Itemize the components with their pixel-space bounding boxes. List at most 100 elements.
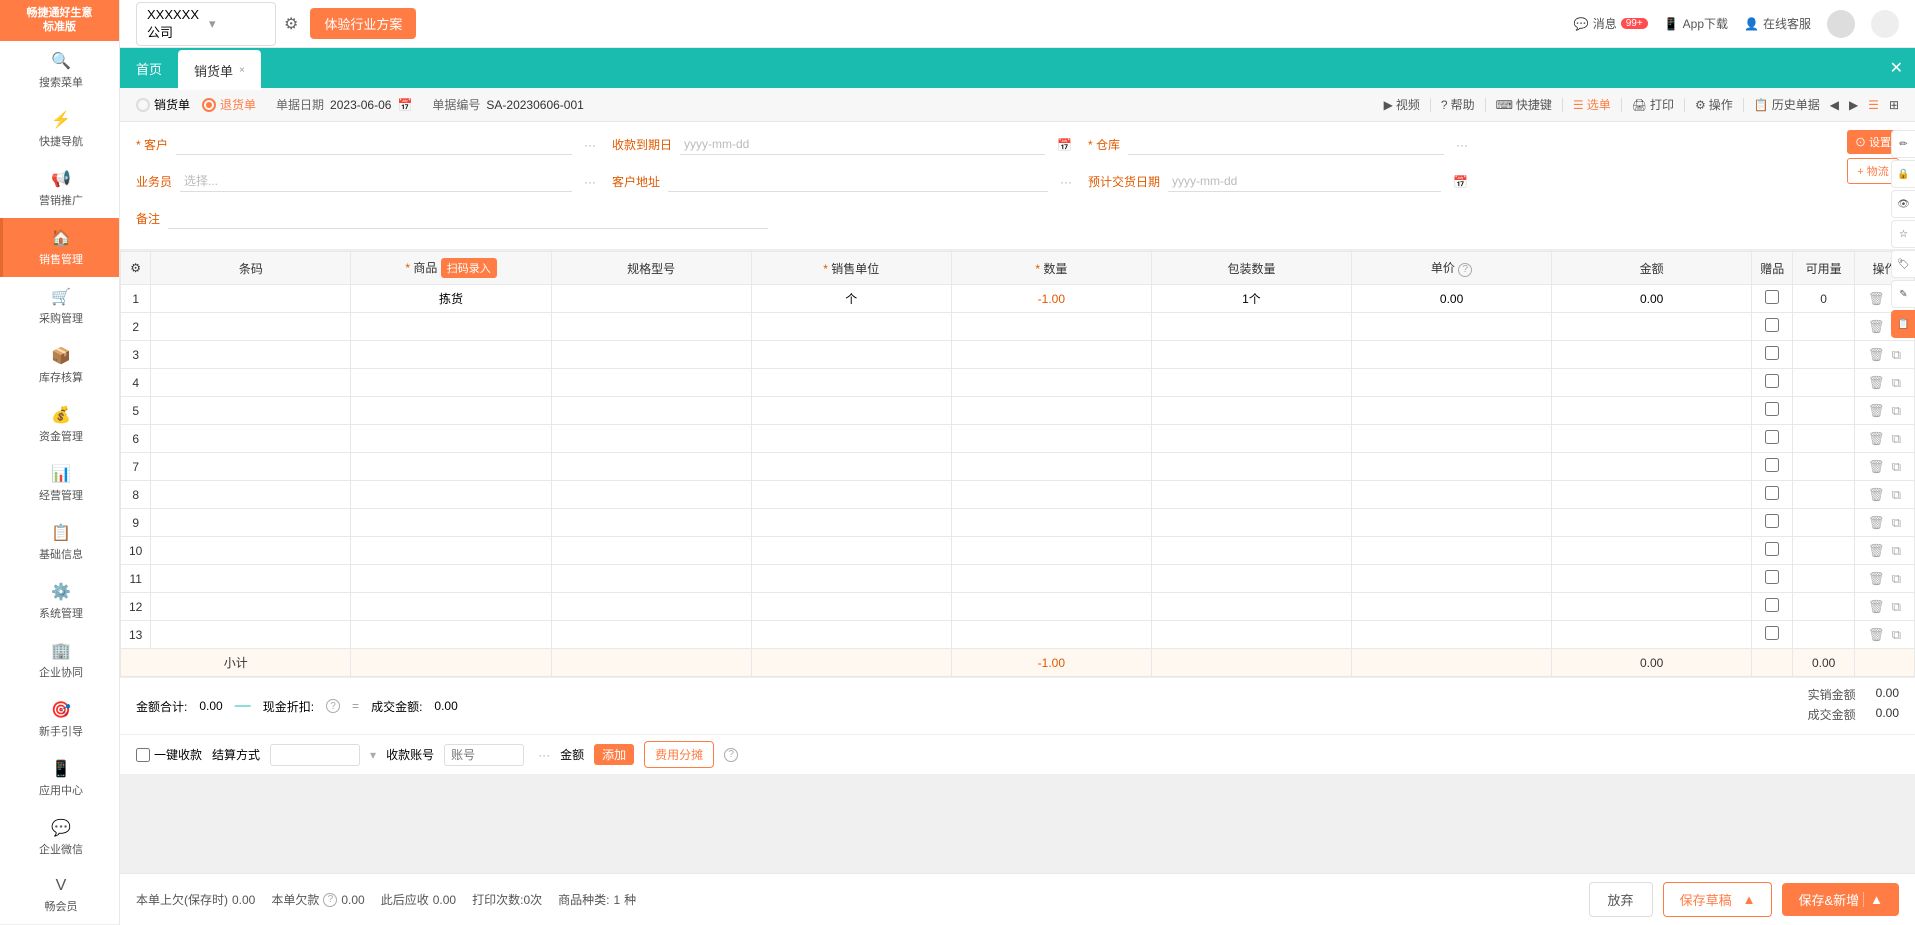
amount-input[interactable]: [1560, 460, 1743, 474]
gift-checkbox[interactable]: [1765, 542, 1779, 556]
unit-input[interactable]: [760, 320, 943, 334]
gift-checkbox[interactable]: [1765, 570, 1779, 584]
cell-product[interactable]: [351, 369, 551, 397]
cell-barcode[interactable]: [151, 565, 351, 593]
quantity-input[interactable]: [960, 544, 1143, 558]
one-click-pay-check[interactable]: [136, 748, 150, 762]
message-button[interactable]: 💬 消息 99+: [1574, 15, 1648, 32]
app-download-button[interactable]: 📱 App下载: [1664, 15, 1728, 32]
sidebar-item-sales[interactable]: 🏠 销售管理: [0, 218, 119, 277]
cell-product[interactable]: [351, 593, 551, 621]
product-input[interactable]: [359, 488, 542, 502]
cell-pack-qty[interactable]: [1151, 313, 1351, 341]
pack-qty-input[interactable]: [1160, 488, 1343, 502]
warehouse-dots-icon[interactable]: ···: [1456, 138, 1468, 152]
spec-input[interactable]: [560, 572, 743, 586]
amount-input[interactable]: [1560, 348, 1743, 362]
scan-barcode-button[interactable]: 扫码录入: [441, 258, 497, 278]
cell-unit[interactable]: [751, 397, 951, 425]
cell-unit-price[interactable]: [1352, 313, 1552, 341]
barcode-input[interactable]: [159, 432, 342, 446]
unit-price-help-icon[interactable]: ?: [1458, 263, 1472, 277]
spec-input[interactable]: [560, 544, 743, 558]
payment-method-input[interactable]: [270, 744, 360, 766]
gift-checkbox[interactable]: [1765, 290, 1779, 304]
cell-spec[interactable]: [551, 313, 751, 341]
unit-input[interactable]: [760, 628, 943, 642]
cell-unit-price[interactable]: [1352, 341, 1552, 369]
toolbar-help[interactable]: ? 帮助: [1441, 96, 1475, 113]
barcode-input[interactable]: [159, 628, 342, 642]
unit-price-input[interactable]: [1360, 544, 1543, 558]
amount-input[interactable]: [1560, 572, 1743, 586]
header-settings-icon[interactable]: ⚙: [284, 14, 298, 34]
gift-checkbox[interactable]: [1765, 598, 1779, 612]
save-new-button[interactable]: 保存&新增 ▲: [1782, 883, 1899, 916]
barcode-input[interactable]: [159, 572, 342, 586]
delete-row-icon[interactable]: 🗑: [1868, 347, 1885, 362]
toolbar-shortcut[interactable]: ⌨ 快捷键: [1496, 96, 1552, 113]
quantity-input[interactable]: [960, 292, 1143, 306]
product-input[interactable]: [359, 348, 542, 362]
expected-delivery-input[interactable]: [1168, 171, 1441, 192]
spec-input[interactable]: [560, 516, 743, 530]
gift-checkbox[interactable]: [1765, 486, 1779, 500]
cell-gift[interactable]: [1752, 425, 1793, 453]
spec-input[interactable]: [560, 488, 743, 502]
delete-row-icon[interactable]: 🗑: [1868, 319, 1885, 334]
spec-input[interactable]: [560, 320, 743, 334]
barcode-input[interactable]: [159, 376, 342, 390]
cell-pack-qty[interactable]: [1151, 621, 1351, 649]
cell-gift[interactable]: [1752, 397, 1793, 425]
cell-spec[interactable]: [551, 593, 751, 621]
amount-input[interactable]: [1560, 432, 1743, 446]
cell-amount[interactable]: [1552, 397, 1752, 425]
cell-unit[interactable]: [751, 481, 951, 509]
cell-unit-price[interactable]: [1352, 285, 1552, 313]
delete-row-icon[interactable]: 🗑: [1868, 291, 1885, 306]
barcode-input[interactable]: [159, 404, 342, 418]
cell-amount[interactable]: [1552, 593, 1752, 621]
cell-product[interactable]: [351, 481, 551, 509]
unit-price-input[interactable]: [1360, 600, 1543, 614]
cell-quantity[interactable]: [951, 453, 1151, 481]
amount-input[interactable]: [1560, 320, 1743, 334]
cell-unit[interactable]: [751, 453, 951, 481]
cell-amount[interactable]: [1552, 425, 1752, 453]
save-draft-chevron[interactable]: ▲: [1736, 892, 1756, 907]
cell-product[interactable]: [351, 509, 551, 537]
tab-home[interactable]: 首页: [120, 48, 178, 88]
spec-input[interactable]: [560, 404, 743, 418]
barcode-input[interactable]: [159, 600, 342, 614]
unit-price-input[interactable]: [1360, 320, 1543, 334]
amount-input[interactable]: [1560, 376, 1743, 390]
copy-row-icon[interactable]: ⧉: [1892, 431, 1901, 446]
pack-qty-input[interactable]: [1160, 291, 1343, 305]
salesman-dots-icon[interactable]: ···: [584, 175, 596, 189]
pack-qty-input[interactable]: [1160, 460, 1343, 474]
cell-unit[interactable]: [751, 593, 951, 621]
spec-input[interactable]: [560, 348, 743, 362]
gift-checkbox[interactable]: [1765, 346, 1779, 360]
cell-spec[interactable]: [551, 453, 751, 481]
sidebar-item-basic-info[interactable]: 📋 基础信息: [0, 513, 119, 572]
cell-barcode[interactable]: [151, 341, 351, 369]
cell-unit[interactable]: [751, 285, 951, 313]
cell-unit-price[interactable]: [1352, 593, 1552, 621]
barcode-input[interactable]: [159, 516, 342, 530]
cell-barcode[interactable]: [151, 621, 351, 649]
delete-row-icon[interactable]: 🗑: [1868, 375, 1885, 390]
cell-product[interactable]: [351, 565, 551, 593]
cell-amount[interactable]: [1552, 341, 1752, 369]
sidebar-item-inventory[interactable]: 📦 库存核算: [0, 336, 119, 395]
warehouse-input[interactable]: 建材仓: [1128, 134, 1444, 155]
cell-unit[interactable]: [751, 621, 951, 649]
cell-spec[interactable]: [551, 481, 751, 509]
amount-input[interactable]: [1560, 488, 1743, 502]
gift-checkbox[interactable]: [1765, 458, 1779, 472]
cell-product[interactable]: [351, 341, 551, 369]
copy-row-icon[interactable]: ⧉: [1892, 571, 1901, 586]
product-input[interactable]: [359, 572, 542, 586]
customer-addr-dots-icon[interactable]: ···: [1060, 175, 1072, 189]
save-new-chevron[interactable]: ▲: [1863, 892, 1883, 907]
